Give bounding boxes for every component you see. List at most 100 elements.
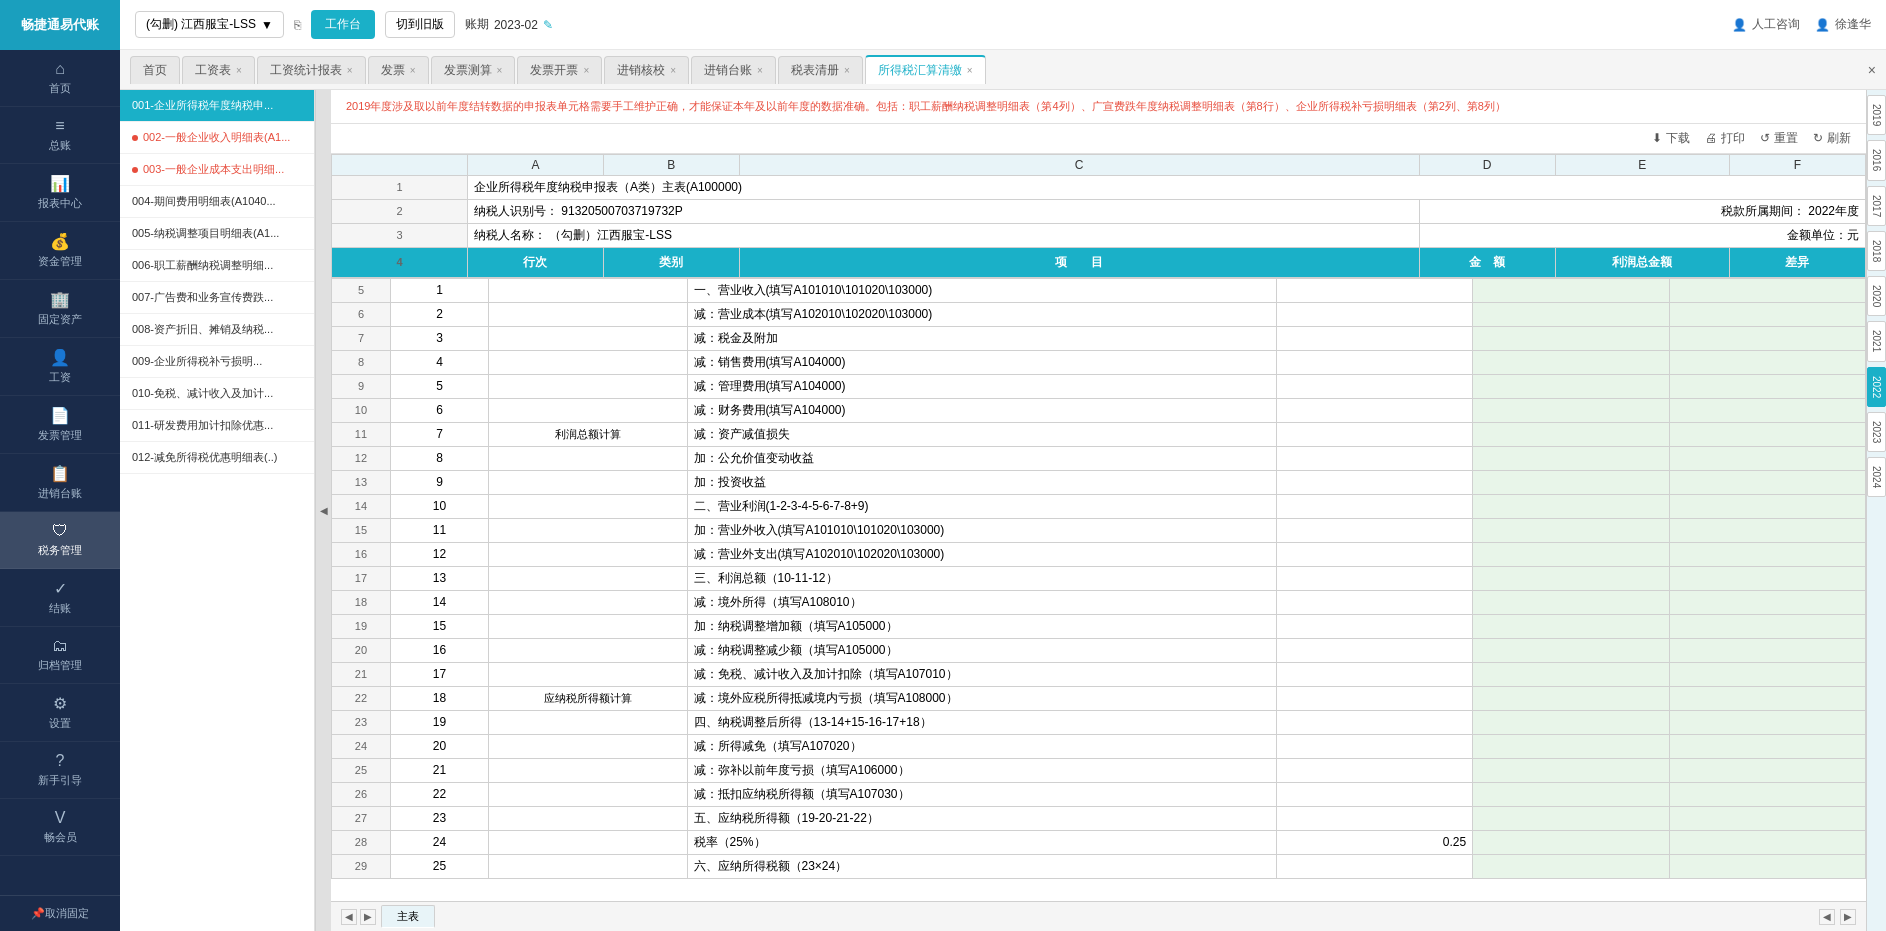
cell-diff-1[interactable] — [1669, 302, 1865, 326]
pin-button[interactable]: 📌 取消固定 — [0, 895, 120, 931]
print-button[interactable]: 🖨 打印 — [1705, 130, 1745, 147]
scroll-right-button[interactable]: ▶ — [1840, 909, 1856, 925]
cell-profit-17[interactable] — [1473, 686, 1669, 710]
tab-home[interactable]: 首页 — [130, 56, 180, 84]
cell-cat-1[interactable] — [489, 302, 687, 326]
sidebar-item-guide[interactable]: ? 新手引导 — [0, 742, 120, 799]
cell-item-18[interactable]: 四、纳税调整后所得（13-14+15-16-17+18） — [687, 710, 1276, 734]
cell-diff-24[interactable] — [1669, 854, 1865, 878]
cell-diff-22[interactable] — [1669, 806, 1865, 830]
cell-item-1[interactable]: 减：营业成本(填写A102010\102020\103000) — [687, 302, 1276, 326]
cell-amount-19[interactable] — [1276, 734, 1472, 758]
cell-cat-16[interactable] — [489, 662, 687, 686]
cell-amount-16[interactable] — [1276, 662, 1472, 686]
year-2017[interactable]: 2017 — [1867, 186, 1886, 226]
tab-income-tax-close[interactable]: × — [967, 65, 973, 76]
cell-amount-5[interactable] — [1276, 398, 1472, 422]
left-panel-item-011[interactable]: 011-研发费用加计扣除优惠... — [120, 410, 314, 442]
cell-cat-11[interactable] — [489, 542, 687, 566]
cell-profit-23[interactable] — [1473, 830, 1669, 854]
cell-line-18[interactable]: 19 — [390, 710, 488, 734]
tab-invoice-ledger[interactable]: 进销台账 × — [691, 56, 776, 84]
cell-profit-12[interactable] — [1473, 566, 1669, 590]
cell-item-11[interactable]: 减：营业外支出(填写A102010\102020\103000) — [687, 542, 1276, 566]
cell-item-5[interactable]: 减：财务费用(填写A104000) — [687, 398, 1276, 422]
close-all-button[interactable]: × — [1868, 62, 1876, 78]
cell-diff-14[interactable] — [1669, 614, 1865, 638]
sidebar-item-invoice[interactable]: 📄 发票管理 — [0, 396, 120, 454]
cell-diff-7[interactable] — [1669, 446, 1865, 470]
cell-profit-3[interactable] — [1473, 350, 1669, 374]
cell-diff-5[interactable] — [1669, 398, 1865, 422]
cell-item-4[interactable]: 减：管理费用(填写A104000) — [687, 374, 1276, 398]
year-2022[interactable]: 2022 — [1867, 367, 1886, 407]
left-panel-item-002[interactable]: 002-一般企业收入明细表(A1... — [120, 122, 314, 154]
tab-invoice[interactable]: 发票 × — [368, 56, 429, 84]
cell-profit-20[interactable] — [1473, 758, 1669, 782]
company-selector[interactable]: (勾删) 江西服宝-LSS ▼ — [135, 11, 284, 38]
cell-line-2[interactable]: 3 — [390, 326, 488, 350]
left-panel-item-007[interactable]: 007-广告费和业务宣传费跌... — [120, 282, 314, 314]
cell-profit-18[interactable] — [1473, 710, 1669, 734]
cell-line-4[interactable]: 5 — [390, 374, 488, 398]
left-panel-item-003[interactable]: 003-一般企业成本支出明细... — [120, 154, 314, 186]
sidebar-item-member[interactable]: V 畅会员 — [0, 799, 120, 856]
cell-amount-11[interactable] — [1276, 542, 1472, 566]
sidebar-item-salary[interactable]: 👤 工资 — [0, 338, 120, 396]
cell-diff-18[interactable] — [1669, 710, 1865, 734]
sidebar-item-sales[interactable]: 📋 进销台账 — [0, 454, 120, 512]
cell-line-1[interactable]: 2 — [390, 302, 488, 326]
cell-profit-13[interactable] — [1473, 590, 1669, 614]
cell-cat-6[interactable]: 利润总额计算 — [489, 422, 687, 446]
cell-line-21[interactable]: 22 — [390, 782, 488, 806]
cell-cat-17[interactable]: 应纳税所得额计算 — [489, 686, 687, 710]
tab-invoice-ledger-close[interactable]: × — [757, 65, 763, 76]
year-2024[interactable]: 2024 — [1867, 457, 1886, 497]
tab-invoice-open-close[interactable]: × — [583, 65, 589, 76]
cell-cat-9[interactable] — [489, 494, 687, 518]
cell-profit-14[interactable] — [1473, 614, 1669, 638]
cell-cat-12[interactable] — [489, 566, 687, 590]
cell-amount-24[interactable] — [1276, 854, 1472, 878]
tab-invoice-calc[interactable]: 发票测算 × — [431, 56, 516, 84]
cell-cat-5[interactable] — [489, 398, 687, 422]
cell-amount-8[interactable] — [1276, 470, 1472, 494]
cell-line-24[interactable]: 25 — [390, 854, 488, 878]
cell-item-15[interactable]: 减：纳税调整减少额（填写A105000） — [687, 638, 1276, 662]
cell-amount-10[interactable] — [1276, 518, 1472, 542]
year-2021[interactable]: 2021 — [1867, 321, 1886, 361]
cell-item-23[interactable]: 税率（25%） — [687, 830, 1276, 854]
tab-salary-close[interactable]: × — [236, 65, 242, 76]
cell-amount-22[interactable] — [1276, 806, 1472, 830]
cell-item-14[interactable]: 加：纳税调整增加额（填写A105000） — [687, 614, 1276, 638]
cell-line-10[interactable]: 11 — [390, 518, 488, 542]
tab-invoice-check-close[interactable]: × — [670, 65, 676, 76]
cell-cat-18[interactable] — [489, 710, 687, 734]
cell-amount-14[interactable] — [1276, 614, 1472, 638]
cell-cat-20[interactable] — [489, 758, 687, 782]
sidebar-item-archive[interactable]: 🗂 归档管理 — [0, 627, 120, 684]
copy-icon[interactable]: ⎘ — [294, 18, 301, 32]
period-edit-icon[interactable]: ✎ — [543, 18, 553, 32]
cell-diff-10[interactable] — [1669, 518, 1865, 542]
year-2023[interactable]: 2023 — [1867, 412, 1886, 452]
cell-item-24[interactable]: 六、应纳所得税额（23×24） — [687, 854, 1276, 878]
left-panel-item-010[interactable]: 010-免税、减计收入及加计... — [120, 378, 314, 410]
cell-amount-17[interactable] — [1276, 686, 1472, 710]
cell-profit-15[interactable] — [1473, 638, 1669, 662]
sidebar-item-general[interactable]: ≡ 总账 — [0, 107, 120, 164]
cell-profit-7[interactable] — [1473, 446, 1669, 470]
left-panel-item-001[interactable]: 001-企业所得税年度纳税申... — [120, 90, 314, 122]
spreadsheet-container[interactable]: A B C D E F 1 企业所 — [331, 154, 1866, 902]
collapse-panel-button[interactable]: ◀ — [315, 90, 331, 931]
cell-profit-24[interactable] — [1473, 854, 1669, 878]
cell-diff-2[interactable] — [1669, 326, 1865, 350]
cell-cat-14[interactable] — [489, 614, 687, 638]
cell-diff-11[interactable] — [1669, 542, 1865, 566]
cell-item-8[interactable]: 加：投资收益 — [687, 470, 1276, 494]
tab-tax-clear[interactable]: 税表清册 × — [778, 56, 863, 84]
cell-item-21[interactable]: 减：抵扣应纳税所得额（填写A107030） — [687, 782, 1276, 806]
cell-item-6[interactable]: 减：资产减值损失 — [687, 422, 1276, 446]
cell-cat-10[interactable] — [489, 518, 687, 542]
cell-cat-21[interactable] — [489, 782, 687, 806]
